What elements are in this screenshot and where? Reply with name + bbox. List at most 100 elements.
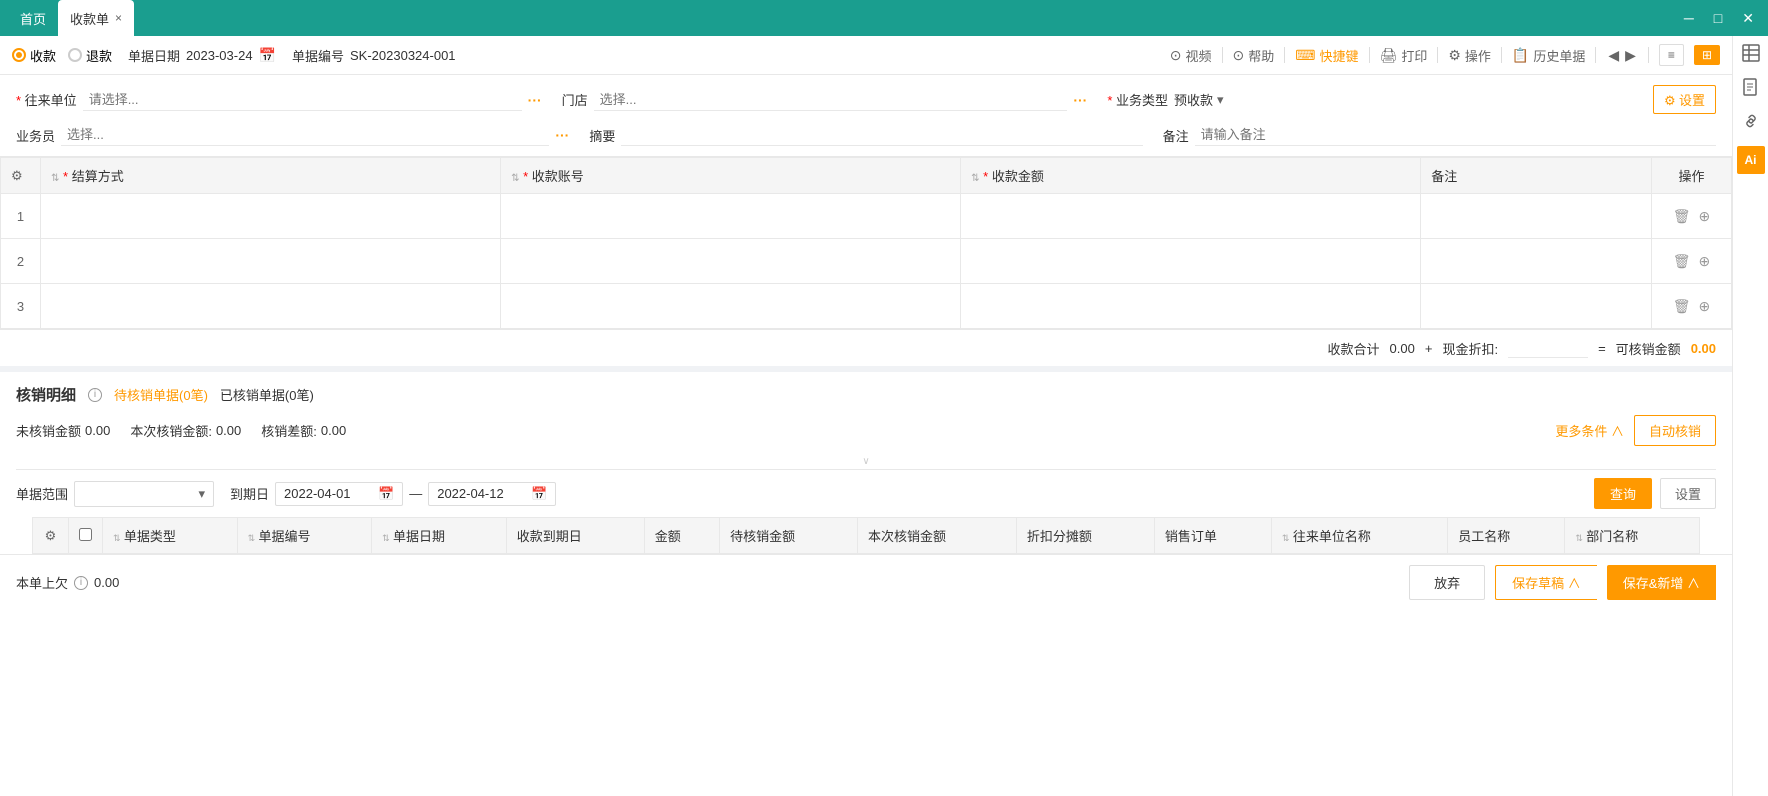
prev-arrow[interactable]: ◀: [1606, 45, 1621, 66]
writeoff-info-icon[interactable]: i: [88, 388, 102, 402]
counterpart-more-icon[interactable]: ···: [528, 92, 542, 108]
settings-button[interactable]: ⚙ 设置: [1653, 85, 1716, 114]
writeoff-section: 核销明细 i 待核销单据(0笔) 已核销单据(0笔) 未核销金额 0.00 本次…: [0, 366, 1732, 554]
discount-input[interactable]: [1508, 338, 1588, 358]
divider: [1501, 47, 1502, 63]
auto-writeoff-btn[interactable]: 自动核销: [1634, 415, 1716, 446]
copy-row-1-btn[interactable]: ⊕: [1699, 208, 1711, 225]
nav-arrows: ◀ ▶: [1606, 45, 1638, 66]
divider: [1437, 47, 1438, 63]
delete-row-1-btn[interactable]: 🗑: [1673, 208, 1691, 225]
biz-type-select[interactable]: 预收款 ▾: [1174, 90, 1224, 109]
tab-home[interactable]: 首页: [8, 0, 58, 36]
summary-input[interactable]: [621, 124, 1142, 146]
history-action[interactable]: 📋 历史单据: [1512, 46, 1585, 65]
account-cell-3[interactable]: [501, 284, 961, 329]
table-settings-icon[interactable]: ⚙: [11, 168, 23, 183]
amount-cell-2[interactable]: [961, 239, 1421, 284]
tab-bar: 首页 收款单 × ─ □ ✕: [0, 0, 1768, 36]
date-from-input[interactable]: [284, 486, 374, 501]
sidebar-doc-icon[interactable]: [1742, 78, 1760, 96]
operation-label: 操作: [1465, 46, 1491, 65]
filter-row: 单据范围 ▾ 到期日 📅 — 📅: [16, 469, 1716, 517]
check-all[interactable]: [79, 528, 92, 541]
current-amount-label: 本次核销金额: [868, 529, 946, 544]
date-from-icon[interactable]: 📅: [378, 486, 394, 502]
range-arrow-icon: ▾: [198, 486, 205, 502]
amount-cell-3[interactable]: [961, 284, 1421, 329]
sidebar-table-icon[interactable]: [1742, 44, 1760, 62]
row-num-1: 1: [1, 194, 41, 239]
net-label: 可核销金额: [1616, 339, 1681, 358]
range-select[interactable]: ▾: [74, 481, 214, 507]
current-amount-col: 本次核销金额: [858, 518, 1017, 554]
settings-col-header: ⚙: [1, 158, 41, 194]
remark-cell-1[interactable]: [1421, 194, 1652, 239]
sidebar-ai-icon[interactable]: Ai: [1737, 146, 1765, 174]
date-to-icon[interactable]: 📅: [531, 486, 547, 502]
more-conditions-btn[interactable]: 更多条件 ∧: [1555, 421, 1624, 440]
doc-num-field: 单据编号 SK-20230324-001: [292, 46, 456, 65]
staff-more-icon[interactable]: ···: [555, 127, 569, 143]
writeoff-settings-btn[interactable]: 设置: [1660, 478, 1716, 509]
shortcut-action[interactable]: ⌨ 快捷键: [1295, 46, 1358, 65]
remark-input[interactable]: [1195, 124, 1716, 146]
radio-refund[interactable]: 退款: [68, 46, 112, 65]
next-arrow[interactable]: ▶: [1623, 45, 1638, 66]
calendar-icon[interactable]: 📅: [259, 47, 276, 64]
writeoff-done-tab[interactable]: 已核销单据(0笔): [220, 385, 314, 404]
delete-row-3-btn[interactable]: 🗑: [1673, 298, 1691, 315]
delete-row-2-btn[interactable]: 🗑: [1673, 253, 1691, 270]
win-min-btn[interactable]: ─: [1678, 8, 1700, 28]
net-value: 0.00: [1691, 341, 1716, 356]
summary-label: 摘要: [589, 126, 615, 145]
print-label: 打印: [1401, 46, 1427, 65]
summary-row: 收款合计 0.00 + 现金折扣: = 可核销金额 0.00: [0, 329, 1732, 366]
date-to-input[interactable]: [437, 486, 527, 501]
remark-cell-3[interactable]: [1421, 284, 1652, 329]
settlement-cell-2[interactable]: [41, 239, 501, 284]
list-view-btn[interactable]: ≡: [1659, 44, 1684, 66]
help-action[interactable]: ⊙ 帮助: [1233, 46, 1275, 65]
query-btn[interactable]: 查询: [1594, 478, 1652, 509]
table2-settings-icon[interactable]: ⚙: [45, 528, 57, 543]
date-from-wrap: 📅: [275, 482, 403, 506]
settlement-cell-3[interactable]: [41, 284, 501, 329]
tab-close-icon[interactable]: ×: [115, 11, 122, 25]
settlement-cell-1[interactable]: [41, 194, 501, 239]
print-action[interactable]: 🖨 打印: [1380, 46, 1428, 65]
discard-btn[interactable]: 放弃: [1409, 565, 1485, 600]
radio-receive[interactable]: 收款: [12, 46, 56, 65]
video-action[interactable]: ⊙ 视频: [1170, 46, 1212, 65]
grid-view-btn[interactable]: ⊞: [1694, 45, 1720, 65]
amount-cell-1[interactable]: [961, 194, 1421, 239]
amount-col: 金额: [644, 518, 719, 554]
win-close-btn[interactable]: ✕: [1736, 8, 1760, 29]
total-value: 0.00: [1390, 341, 1415, 356]
ops-col-header: 操作: [1652, 158, 1732, 194]
win-max-btn[interactable]: □: [1708, 8, 1728, 28]
amount-col-header: ⇅ * 收款金额: [961, 158, 1421, 194]
save-new-btn[interactable]: 保存&新增 ∧: [1607, 565, 1716, 600]
remark-cell-2[interactable]: [1421, 239, 1652, 284]
unchecked-stat: 未核销金额 0.00: [16, 421, 110, 440]
prev-info-icon[interactable]: i: [74, 576, 88, 590]
store-input[interactable]: [594, 89, 1068, 111]
staff-input[interactable]: [61, 124, 549, 146]
copy-row-2-btn[interactable]: ⊕: [1699, 253, 1711, 270]
draft-btn[interactable]: 保存草稿 ∧: [1495, 565, 1597, 600]
receipt-table-container: ⚙ ⇅ * 结算方式 ⇅ * 收款账号 ⇅: [0, 157, 1732, 329]
doc-type-col: ⇅ 单据类型: [103, 518, 238, 554]
tab-receipt[interactable]: 收款单 ×: [58, 0, 134, 36]
counterpart-input[interactable]: [83, 89, 522, 111]
account-cell-2[interactable]: [501, 239, 961, 284]
store-more-icon[interactable]: ···: [1073, 92, 1087, 108]
divider: [1284, 47, 1285, 63]
prev-value: 0.00: [94, 575, 119, 590]
sidebar-link-icon[interactable]: [1742, 112, 1760, 130]
account-cell-1[interactable]: [501, 194, 961, 239]
copy-row-3-btn[interactable]: ⊕: [1699, 298, 1711, 315]
operation-action[interactable]: ⚙ 操作: [1448, 46, 1491, 65]
plus-sign: +: [1425, 341, 1433, 356]
writeoff-pending-tab[interactable]: 待核销单据(0笔): [114, 385, 208, 404]
